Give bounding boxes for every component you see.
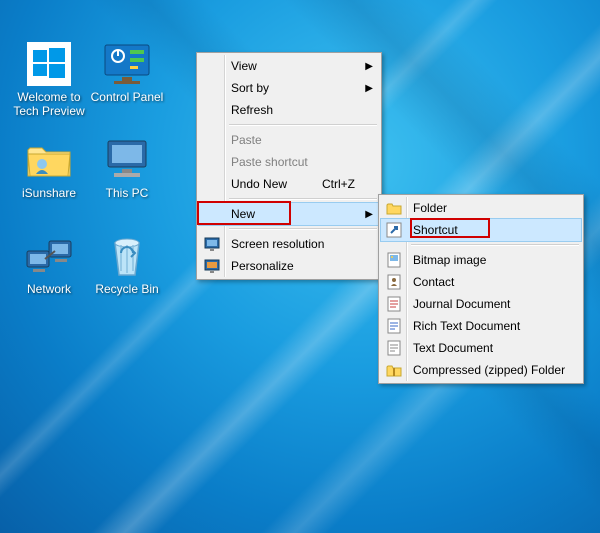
menu-refresh[interactable]: Refresh [199, 99, 379, 121]
windows-logo-icon [25, 40, 73, 88]
submenu-journal[interactable]: Journal Document [381, 293, 581, 315]
this-pc-icon[interactable]: This PC [88, 136, 166, 228]
menu-undo-new[interactable]: Undo New Ctrl+Z [199, 173, 379, 195]
submenu-arrow-icon: ▶ [365, 83, 373, 94]
menu-label: Refresh [231, 103, 273, 117]
recycle-bin-glyph-icon [103, 232, 151, 280]
menu-label: Sort by [231, 81, 269, 95]
menu-label: Personalize [231, 259, 294, 273]
submenu-folder[interactable]: Folder [381, 197, 581, 219]
submenu-shortcut[interactable]: Shortcut [380, 218, 582, 242]
desktop-icons: Welcome to Tech Preview Control Panel [10, 40, 166, 324]
menu-label: Contact [413, 275, 454, 289]
menu-separator [411, 244, 579, 246]
context-menu: View ▶ Sort by ▶ Refresh Paste Paste sho… [196, 52, 382, 280]
submenu-contact[interactable]: Contact [381, 271, 581, 293]
menu-personalize[interactable]: Personalize [199, 255, 379, 277]
menu-paste-shortcut: Paste shortcut [199, 151, 379, 173]
recycle-bin-icon[interactable]: Recycle Bin [88, 232, 166, 324]
menu-label: Compressed (zipped) Folder [413, 363, 565, 377]
screen-resolution-icon [203, 235, 221, 253]
submenu-rtf[interactable]: Rich Text Document [381, 315, 581, 337]
network-icon[interactable]: Network [10, 232, 88, 324]
menu-label: Paste shortcut [231, 155, 308, 169]
icon-label: Welcome to Tech Preview [13, 90, 84, 119]
folder-user-icon [25, 136, 73, 184]
isunshare-icon[interactable]: iSunshare [10, 136, 88, 228]
menu-sort-by[interactable]: Sort by ▶ [199, 77, 379, 99]
control-panel-glyph-icon [103, 40, 151, 88]
new-submenu: Folder Shortcut Bitmap image Contact [378, 194, 584, 384]
desktop[interactable]: Welcome to Tech Preview Control Panel [0, 0, 600, 533]
menu-label: Rich Text Document [413, 319, 520, 333]
menu-shortcut: Ctrl+Z [322, 177, 355, 191]
text-icon [385, 339, 403, 357]
menu-label: View [231, 59, 257, 73]
submenu-bitmap[interactable]: Bitmap image [381, 249, 581, 271]
shortcut-icon [385, 221, 403, 239]
submenu-zip[interactable]: Compressed (zipped) Folder [381, 359, 581, 381]
menu-separator [229, 198, 377, 200]
menu-label: New [231, 207, 255, 221]
contact-icon [385, 273, 403, 291]
menu-paste: Paste [199, 129, 379, 151]
menu-label: Folder [413, 201, 447, 215]
menu-new[interactable]: New ▶ [198, 202, 380, 226]
control-panel-icon[interactable]: Control Panel [88, 40, 166, 132]
submenu-text[interactable]: Text Document [381, 337, 581, 359]
journal-icon [385, 295, 403, 313]
menu-label: Bitmap image [413, 253, 486, 267]
menu-label: Screen resolution [231, 237, 324, 251]
menu-label: Journal Document [413, 297, 510, 311]
menu-label: Paste [231, 133, 262, 147]
network-glyph-icon [25, 232, 73, 280]
bitmap-icon [385, 251, 403, 269]
menu-screen-resolution[interactable]: Screen resolution [199, 233, 379, 255]
submenu-arrow-icon: ▶ [365, 61, 373, 72]
zip-folder-icon [385, 361, 403, 379]
personalize-icon [203, 257, 221, 275]
welcome-icon[interactable]: Welcome to Tech Preview [10, 40, 88, 132]
menu-label: Undo New [231, 177, 287, 191]
rtf-icon [385, 317, 403, 335]
menu-view[interactable]: View ▶ [199, 55, 379, 77]
menu-label: Text Document [413, 341, 493, 355]
icon-label: iSunshare [22, 186, 76, 200]
icon-label: Control Panel [91, 90, 164, 104]
icon-label: Network [27, 282, 71, 296]
menu-separator [229, 124, 377, 126]
submenu-arrow-icon: ▶ [365, 209, 373, 220]
folder-icon [385, 199, 403, 217]
computer-icon [103, 136, 151, 184]
menu-separator [229, 228, 377, 230]
icon-label: This PC [106, 186, 149, 200]
menu-label: Shortcut [413, 223, 458, 237]
icon-label: Recycle Bin [95, 282, 158, 296]
